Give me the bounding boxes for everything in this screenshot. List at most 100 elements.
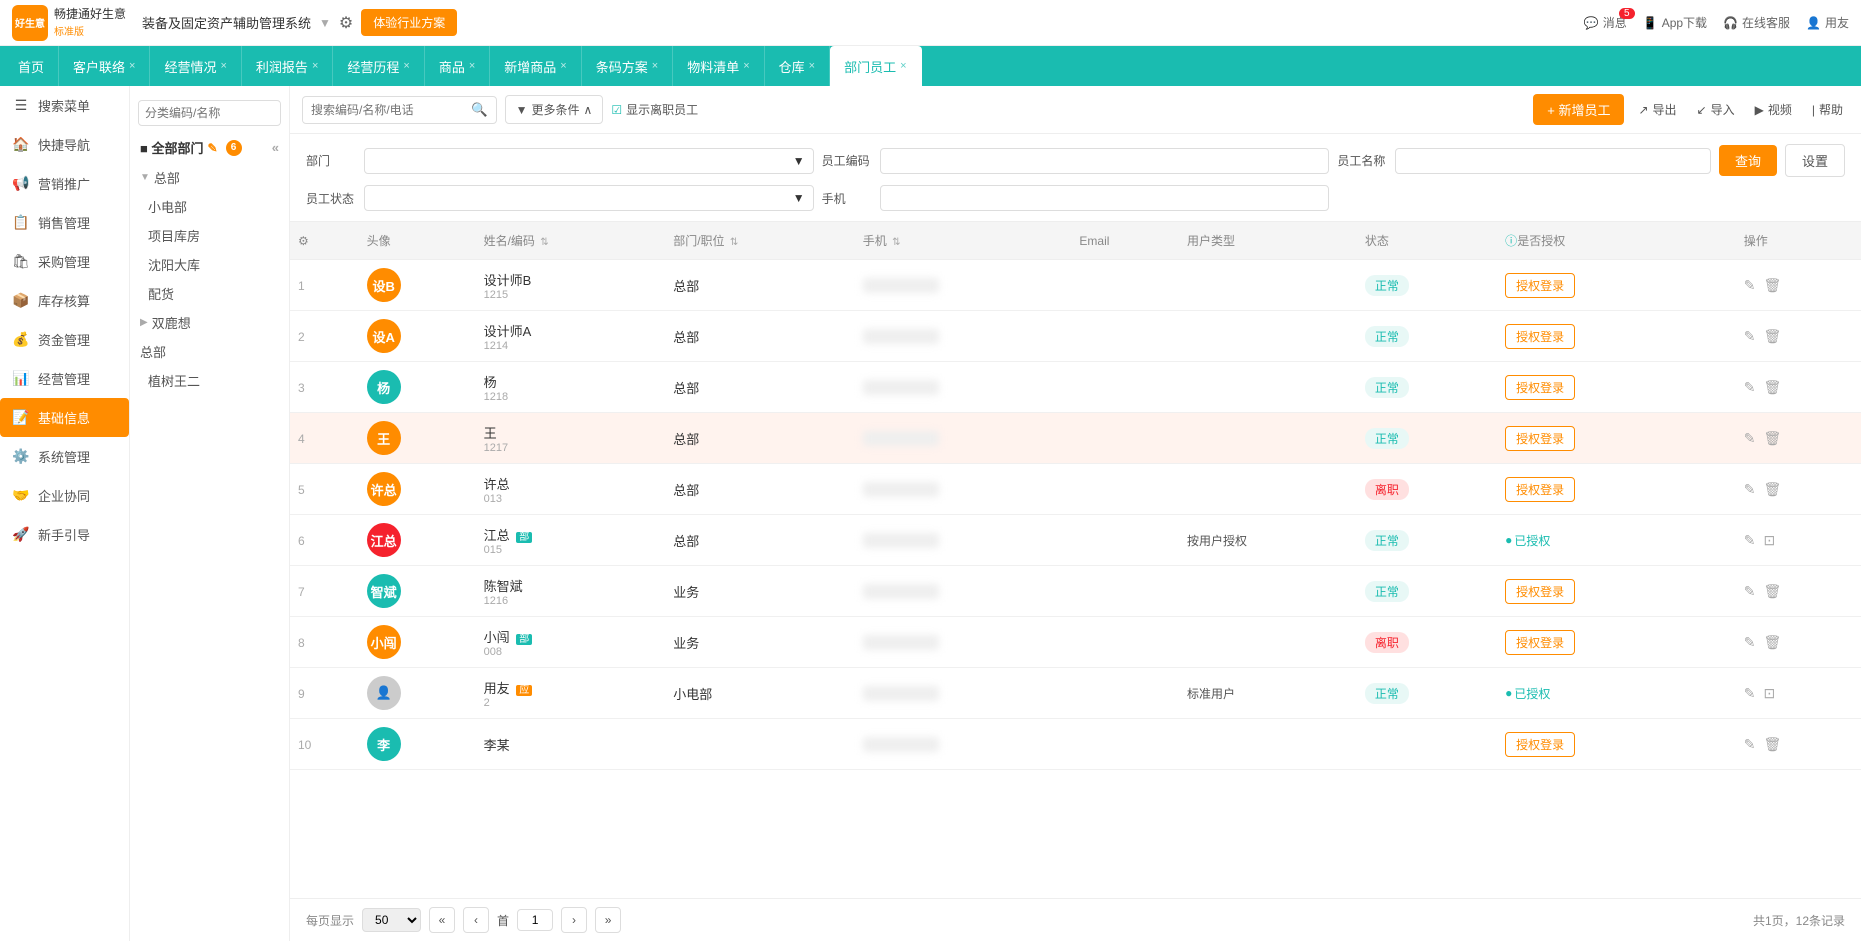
view-button[interactable]: ▶ 视频: [1749, 97, 1798, 122]
help-button[interactable]: | 帮助: [1806, 97, 1849, 122]
close-icon[interactable]: ×: [469, 60, 475, 72]
filter-empname-input[interactable]: [1395, 148, 1711, 174]
auth-button[interactable]: 授权登录: [1505, 477, 1575, 502]
tab-home[interactable]: 首页: [4, 46, 59, 86]
sidebar-item-sales[interactable]: 📋 销售管理: [0, 203, 129, 242]
add-employee-button[interactable]: + 新增员工: [1533, 94, 1624, 125]
edit-icon[interactable]: ✎: [1744, 736, 1756, 753]
auth-button[interactable]: 授权登录: [1505, 426, 1575, 451]
edit-icon[interactable]: ✎: [1744, 481, 1756, 498]
edit-icon[interactable]: ✎: [1744, 532, 1756, 549]
show-resigned-toggle[interactable]: ☑ 显示离职员工: [611, 101, 698, 118]
filter-empcode-input[interactable]: [880, 148, 1330, 174]
copy-icon[interactable]: ⊡: [1764, 685, 1776, 702]
edit-icon[interactable]: ✎: [1744, 328, 1756, 345]
edit-icon[interactable]: ✎: [1744, 379, 1756, 396]
sidebar-item-business[interactable]: 📊 经营管理: [0, 359, 129, 398]
dept-tree-item-xiangmu[interactable]: 项目库房: [130, 221, 289, 250]
import-button[interactable]: ↙ 导入: [1691, 97, 1741, 122]
tab-bom[interactable]: 物料清单×: [673, 46, 764, 86]
delete-icon[interactable]: 🗑: [1764, 634, 1782, 651]
sidebar-item-nav[interactable]: 🏠 快捷导航: [0, 125, 129, 164]
copy-icon[interactable]: ⊡: [1764, 532, 1776, 549]
search-bar[interactable]: 🔍: [302, 96, 497, 124]
tab-history[interactable]: 经营历程×: [333, 46, 424, 86]
sidebar-item-basic[interactable]: 📝 基础信息: [0, 398, 129, 437]
tab-customer[interactable]: 客户联络×: [59, 46, 150, 86]
page-size-select[interactable]: 50 20 100: [362, 908, 421, 932]
tab-operation[interactable]: 经营情况×: [150, 46, 241, 86]
prev-page-button[interactable]: ‹: [463, 907, 489, 933]
auth-button[interactable]: 授权登录: [1505, 375, 1575, 400]
auth-button[interactable]: 授权登录: [1505, 732, 1575, 757]
search-button[interactable]: 🔍: [463, 97, 496, 123]
delete-icon[interactable]: 🗑: [1764, 481, 1782, 498]
page-number-input[interactable]: [517, 909, 553, 931]
first-page-button[interactable]: «: [429, 907, 455, 933]
next-page-button[interactable]: ›: [561, 907, 587, 933]
dept-tree-parent-zongbu2[interactable]: 总部: [130, 337, 289, 366]
dept-tree-item-xiaodianbu[interactable]: 小电部: [130, 192, 289, 221]
sidebar-item-collab[interactable]: 🤝 企业协同: [0, 476, 129, 515]
more-filter-button[interactable]: ▼ 更多条件 ∧: [505, 95, 604, 124]
edit-icon[interactable]: ✎: [1744, 430, 1756, 447]
app-download-action[interactable]: 📱 App下载: [1643, 14, 1707, 31]
edit-icon[interactable]: ✎: [1744, 634, 1756, 651]
close-icon[interactable]: ×: [560, 60, 566, 72]
delete-icon[interactable]: 🗑: [1764, 328, 1782, 345]
dept-search-input[interactable]: [139, 102, 281, 124]
user-action[interactable]: 👤 用友: [1806, 14, 1849, 31]
edit-icon[interactable]: ✎: [1744, 277, 1756, 294]
delete-icon[interactable]: 🗑: [1764, 277, 1782, 294]
tab-profit[interactable]: 利润报告×: [242, 46, 333, 86]
edit-icon[interactable]: ✎: [1744, 685, 1756, 702]
delete-icon[interactable]: 🗑: [1764, 379, 1782, 396]
auth-button[interactable]: 授权登录: [1505, 324, 1575, 349]
sort-icon[interactable]: ⇅: [540, 237, 548, 248]
system-dropdown-icon[interactable]: ▼: [319, 16, 331, 30]
gear-button[interactable]: ⚙: [339, 13, 353, 33]
dept-tree-parent-zongbu[interactable]: ▼ 总部: [130, 163, 289, 192]
try-btn[interactable]: 体验行业方案: [361, 9, 457, 36]
dept-tree-parent-shuanglu[interactable]: ▶ 双鹿想: [130, 308, 289, 337]
sidebar-item-marketing[interactable]: 📢 营销推广: [0, 164, 129, 203]
sidebar-item-inventory[interactable]: 📦 库存核算: [0, 281, 129, 320]
sidebar-item-guide[interactable]: 🚀 新手引导: [0, 515, 129, 554]
settings-icon[interactable]: ⚙: [298, 234, 309, 248]
close-icon[interactable]: ×: [312, 60, 318, 72]
reset-button[interactable]: 设置: [1785, 144, 1845, 177]
close-icon[interactable]: ×: [403, 60, 409, 72]
sidebar-item-finance[interactable]: 💰 资金管理: [0, 320, 129, 359]
auth-button[interactable]: 授权登录: [1505, 579, 1575, 604]
edit-icon[interactable]: ✎: [1744, 583, 1756, 600]
sort-icon[interactable]: ⇅: [730, 237, 738, 248]
export-button[interactable]: ↗ 导出: [1632, 97, 1682, 122]
auth-button[interactable]: 授权登录: [1505, 630, 1575, 655]
dept-collapse-icon[interactable]: «: [272, 140, 279, 155]
close-icon[interactable]: ×: [652, 60, 658, 72]
delete-icon[interactable]: 🗑: [1764, 736, 1782, 753]
tab-warehouse[interactable]: 仓库×: [765, 46, 830, 86]
filter-phone-input[interactable]: [880, 185, 1330, 211]
tab-barcode[interactable]: 条码方案×: [582, 46, 673, 86]
last-page-button[interactable]: »: [595, 907, 621, 933]
dept-tree-item-zhishu[interactable]: 植树王二: [130, 366, 289, 395]
message-action[interactable]: 💬 消息 5: [1584, 14, 1627, 31]
close-icon[interactable]: ×: [129, 60, 135, 72]
filter-status-select[interactable]: ▼: [364, 185, 814, 211]
dept-edit-icon[interactable]: ✎: [207, 141, 217, 155]
sort-icon[interactable]: ⇅: [892, 237, 900, 248]
close-icon[interactable]: ×: [809, 60, 815, 72]
tab-new-goods[interactable]: 新增商品×: [490, 46, 581, 86]
sidebar-item-purchase[interactable]: 🛍 采购管理: [0, 242, 129, 281]
delete-icon[interactable]: 🗑: [1764, 430, 1782, 447]
sidebar-item-system[interactable]: ⚙️ 系统管理: [0, 437, 129, 476]
tab-goods[interactable]: 商品×: [425, 46, 490, 86]
tab-dept-staff[interactable]: 部门员工×: [830, 46, 921, 86]
filter-dept-select[interactable]: ▼: [364, 148, 814, 174]
sidebar-item-search[interactable]: ☰ 搜索菜单: [0, 86, 129, 125]
delete-icon[interactable]: 🗑: [1764, 583, 1782, 600]
service-action[interactable]: 🎧 在线客服: [1723, 14, 1790, 31]
close-icon[interactable]: ×: [743, 60, 749, 72]
dept-search[interactable]: 🔍: [138, 100, 281, 126]
